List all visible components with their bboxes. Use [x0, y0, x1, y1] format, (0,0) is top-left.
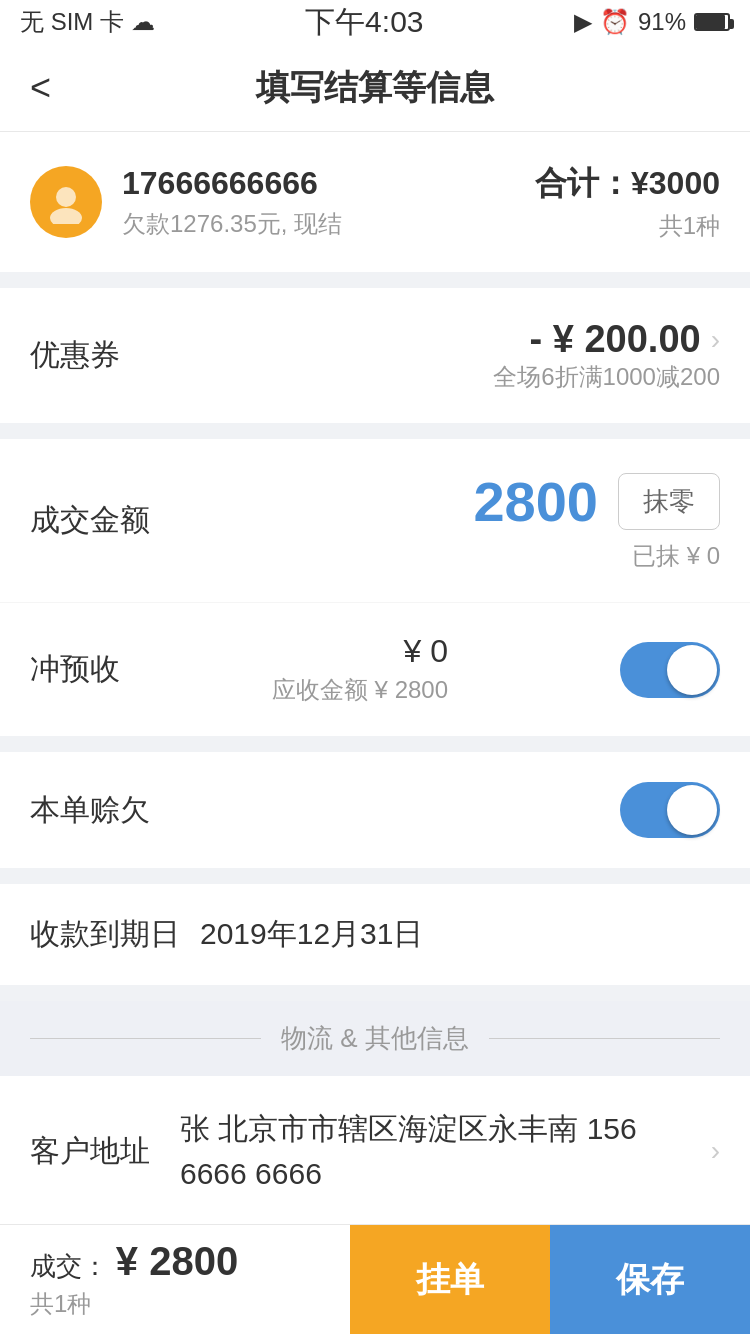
svg-point-0: [56, 187, 76, 207]
deal-amount-label: 成交金额: [30, 500, 150, 541]
coupon-right: - ¥ 200.00 › 全场6折满1000减200: [493, 318, 720, 393]
customer-left: 17666666666 欠款1276.35元, 现结: [30, 165, 342, 240]
address-chevron-icon: ›: [711, 1135, 720, 1167]
pre-receive-toggle[interactable]: [620, 642, 720, 698]
debt-row: 本单赊欠: [0, 752, 750, 868]
sim-status: 无 SIM 卡 ☁: [20, 6, 155, 38]
content: 17666666666 欠款1276.35元, 现结 合计：¥3000 共1种 …: [0, 132, 750, 1334]
clock-icon: ⏰: [600, 8, 630, 36]
battery-icon: [694, 13, 730, 31]
coupon-row[interactable]: 优惠券 - ¥ 200.00 › 全场6折满1000减200: [0, 288, 750, 423]
bottom-count: 共1种: [30, 1288, 320, 1320]
deal-amount-right: 2800 抹零 已抹 ¥ 0: [473, 469, 720, 572]
bottom-deal-label: 成交： ¥ 2800: [30, 1239, 320, 1284]
deal-amount-value: 2800: [473, 469, 598, 534]
chevron-right-icon: ›: [711, 324, 720, 356]
total-count: 共1种: [535, 210, 720, 242]
avatar: [30, 166, 102, 238]
svg-point-1: [50, 208, 82, 224]
divider-line-left: [30, 1038, 261, 1039]
deal-top: 2800 抹零: [473, 469, 720, 534]
customer-info: 17666666666 欠款1276.35元, 现结: [122, 165, 342, 240]
deal-section: 成交金额 2800 抹零 已抹 ¥ 0 冲预收 ¥ 0 应收金额 ¥ 2800: [0, 439, 750, 736]
bottom-deal-amount: ¥ 2800: [116, 1239, 238, 1283]
coupon-discount: - ¥ 200.00: [530, 318, 701, 361]
already-wiped: 已抹 ¥ 0: [632, 540, 720, 572]
bottom-bar: 成交： ¥ 2800 共1种 挂单 保存: [0, 1224, 750, 1334]
round-zero-button[interactable]: 抹零: [618, 473, 720, 530]
nav-bar: < 填写结算等信息: [0, 44, 750, 132]
receivable-amount: 应收金额 ¥ 2800: [272, 674, 448, 706]
bottom-deal-text: 成交：: [30, 1251, 108, 1281]
save-button[interactable]: 保存: [550, 1225, 750, 1335]
logistics-divider: 物流 & 其他信息: [0, 1001, 750, 1076]
debt-toggle[interactable]: [620, 782, 720, 838]
back-button[interactable]: <: [30, 67, 51, 109]
status-right: ▶ ⏰ 91%: [574, 8, 730, 36]
address-row[interactable]: 客户地址 张 北京市市辖区海淀区永丰南 156 6666 6666 ›: [0, 1076, 750, 1226]
pending-button[interactable]: 挂单: [350, 1225, 550, 1335]
status-bar: 无 SIM 卡 ☁ 下午4:03 ▶ ⏰ 91%: [0, 0, 750, 44]
address-label: 客户地址: [30, 1131, 150, 1172]
location-icon: ▶: [574, 8, 592, 36]
customer-card: 17666666666 欠款1276.35元, 现结 合计：¥3000 共1种: [0, 132, 750, 272]
coupon-label: 优惠券: [30, 335, 120, 376]
customer-debt: 欠款1276.35元, 现结: [122, 208, 342, 240]
pre-receive-amount: ¥ 0: [404, 633, 448, 670]
debt-section: 本单赊欠: [0, 752, 750, 868]
customer-phone: 17666666666: [122, 165, 342, 202]
pre-receive-right: ¥ 0 应收金额 ¥ 2800: [272, 633, 448, 706]
pre-receive-row: 冲预收 ¥ 0 应收金额 ¥ 2800: [0, 603, 750, 736]
battery-text: 91%: [638, 8, 686, 36]
debt-label: 本单赊欠: [30, 790, 150, 831]
due-date-value: 2019年12月31日: [200, 914, 423, 955]
bottom-left: 成交： ¥ 2800 共1种: [0, 1239, 350, 1320]
page-title: 填写结算等信息: [256, 65, 494, 111]
pre-receive-label: 冲预收: [30, 649, 120, 690]
due-date-section: 收款到期日 2019年12月31日: [0, 884, 750, 985]
coupon-section: 优惠券 - ¥ 200.00 › 全场6折满1000减200: [0, 288, 750, 423]
due-date-row: 收款到期日 2019年12月31日: [0, 884, 750, 985]
coupon-desc: 全场6折满1000减200: [493, 361, 720, 393]
customer-total: 合计：¥3000 共1种: [535, 162, 720, 242]
deal-amount-row: 成交金额 2800 抹零 已抹 ¥ 0: [0, 439, 750, 603]
total-amount: 合计：¥3000: [535, 162, 720, 206]
status-time: 下午4:03: [305, 2, 423, 43]
due-date-label: 收款到期日: [30, 914, 180, 955]
logistics-label: 物流 & 其他信息: [281, 1021, 469, 1056]
address-value: 张 北京市市辖区海淀区永丰南 156 6666 6666: [180, 1106, 671, 1196]
address-section: 客户地址 张 北京市市辖区海淀区永丰南 156 6666 6666 ›: [0, 1076, 750, 1226]
divider-line-right: [489, 1038, 720, 1039]
status-left: 无 SIM 卡 ☁: [20, 6, 155, 38]
